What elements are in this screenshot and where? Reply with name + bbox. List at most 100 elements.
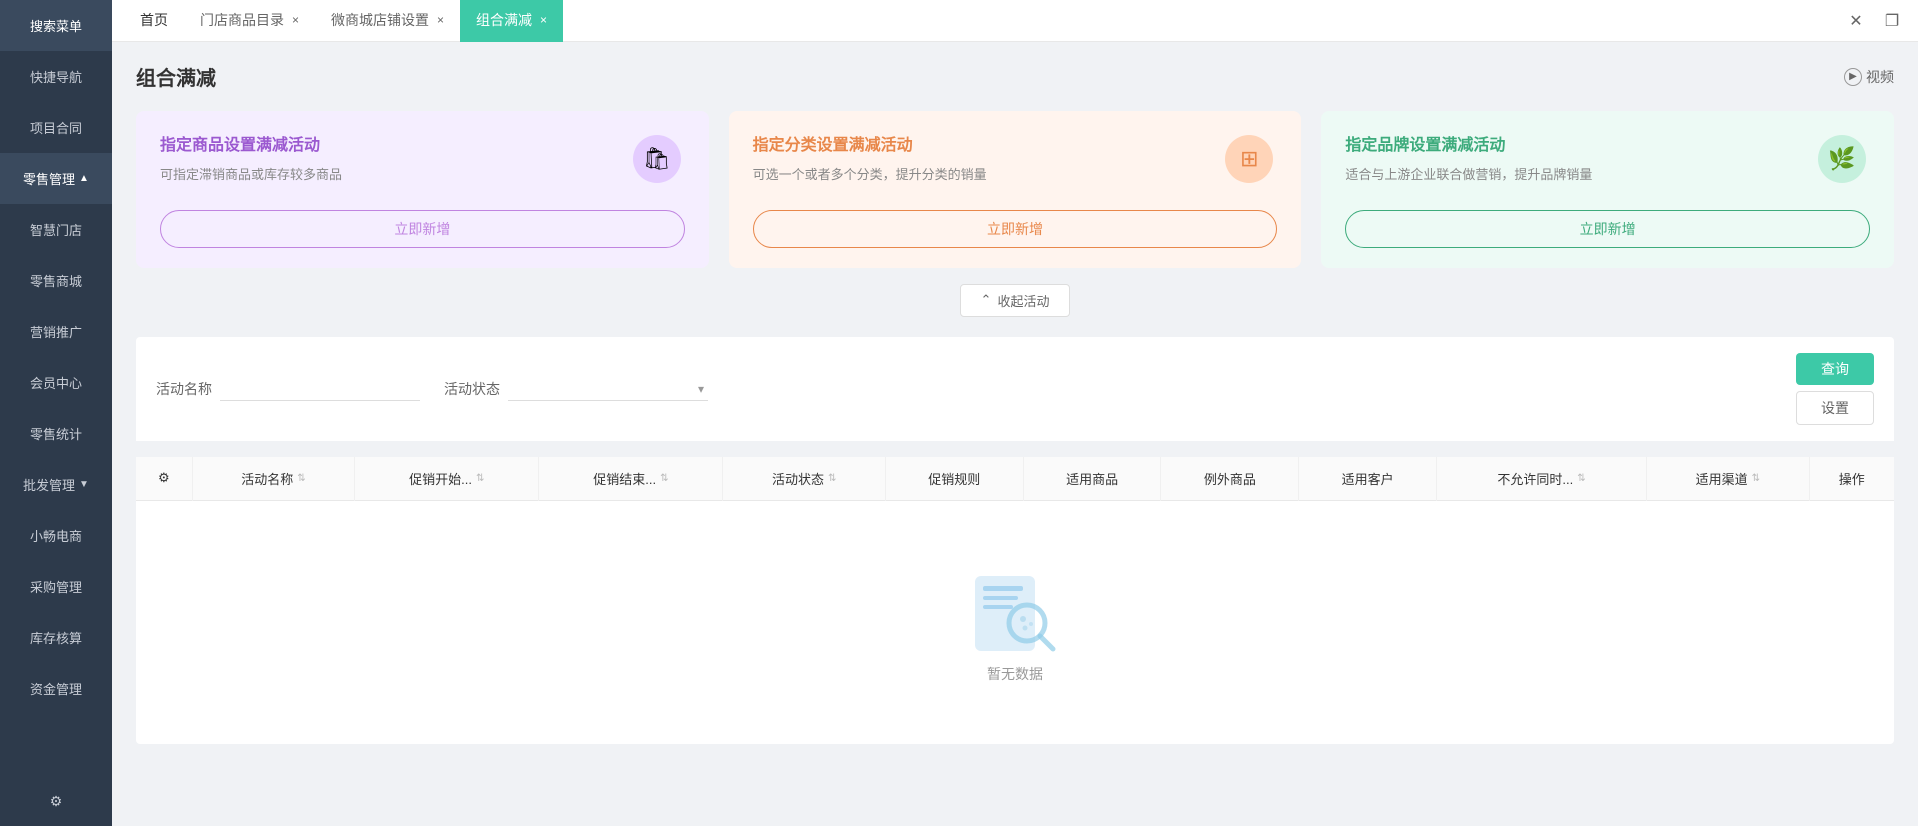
sidebar-item-finance[interactable]: 资金管理 (0, 663, 112, 714)
sidebar-item-retail-mall[interactable]: 零售商城 (0, 255, 112, 306)
sidebar-item-contract[interactable]: 项目合同 (0, 102, 112, 153)
card-desc-product: 可指定滞销商品或库存较多商品 (160, 165, 685, 186)
col-promo-end[interactable]: 促销结束... ⇅ (539, 457, 723, 501)
settings-icon: ⚙ (158, 470, 170, 485)
table-body: 暂无数据 (136, 500, 1894, 744)
card-title-product: 指定商品设置满减活动 (160, 131, 685, 155)
tabs-bar: 首页 门店商品目录 × 微商城店铺设置 × 组合满减 × ✕ ❐ (112, 0, 1918, 42)
sort-icon: ⇅ (660, 473, 668, 484)
card-icon-brand: 🌿 (1818, 135, 1866, 183)
sort-no-overlap[interactable]: 不允许同时... ⇅ (1497, 469, 1585, 488)
add-category-promo-button[interactable]: 立即新增 (753, 210, 1278, 248)
empty-text: 暂无数据 (156, 664, 1874, 684)
close-window-button[interactable]: ✕ (1842, 7, 1870, 35)
sidebar-item-wholesale[interactable]: 批发管理 ▼ (0, 459, 112, 510)
card-title-category: 指定分类设置满减活动 (753, 131, 1278, 155)
sort-icon: ⇅ (1752, 473, 1760, 484)
sidebar-item-retail-stats[interactable]: 零售统计 (0, 408, 112, 459)
col-applicable-goods: 适用商品 (1023, 457, 1161, 501)
page-header: 组合满减 ▶ 视频 (136, 62, 1894, 91)
col-activity-status[interactable]: 活动状态 ⇅ (723, 457, 886, 501)
card-icon-category: ⊞ (1225, 135, 1273, 183)
restore-window-button[interactable]: ❐ (1878, 7, 1906, 35)
sort-promo-start[interactable]: 促销开始... ⇅ (409, 469, 484, 488)
sort-promo-end[interactable]: 促销结束... ⇅ (593, 469, 668, 488)
tab-wechat-shop[interactable]: 微商城店铺设置 × (315, 0, 460, 42)
data-table-wrapper: ⚙ 活动名称 ⇅ 促销开始... ⇅ (136, 457, 1894, 744)
sort-icon: ⇅ (828, 473, 836, 484)
tab-home[interactable]: 首页 (124, 0, 184, 42)
sort-applicable-channel[interactable]: 适用渠道 ⇅ (1696, 469, 1760, 488)
col-promo-rule: 促销规则 (885, 457, 1023, 501)
activity-name-input[interactable] (220, 376, 420, 401)
sidebar-item-retail[interactable]: 零售管理 ▲ (0, 153, 112, 204)
col-promo-start[interactable]: 促销开始... ⇅ (355, 457, 539, 501)
table-header: ⚙ 活动名称 ⇅ 促销开始... ⇅ (136, 457, 1894, 501)
tabs-controls: ✕ ❐ (1842, 7, 1906, 35)
filter-status-label: 活动状态 (444, 379, 500, 399)
sidebar-item-smart-store[interactable]: 智慧门店 (0, 204, 112, 255)
filter-name: 活动名称 (156, 376, 420, 401)
sort-icon: ⇅ (297, 473, 305, 484)
col-activity-name[interactable]: 活动名称 ⇅ (192, 457, 355, 501)
tab-close-icon[interactable]: × (540, 14, 547, 26)
promo-card-product: 指定商品设置满减活动 🛍 可指定滞销商品或库存较多商品 立即新增 (136, 111, 709, 268)
sidebar-item-quicknav[interactable]: 快捷导航 (0, 51, 112, 102)
sidebar: 搜索菜单 快捷导航 项目合同 零售管理 ▲ 智慧门店 零售商城 营销推广 会员中… (0, 0, 112, 826)
sidebar-item-marketing[interactable]: 营销推广 (0, 306, 112, 357)
card-icon-product: 🛍 (633, 135, 681, 183)
filter-name-label: 活动名称 (156, 379, 212, 399)
tab-close-icon[interactable]: × (437, 14, 444, 26)
collapse-bar: ⌃ 收起活动 (136, 284, 1894, 317)
tab-combo-discount[interactable]: 组合满减 × (460, 0, 563, 42)
chevron-up-icon: ⌃ (981, 292, 992, 308)
filter-buttons: 查询 设置 (1796, 353, 1874, 425)
chevron-down-icon: ▼ (79, 479, 89, 490)
activity-status-select[interactable]: 进行中 已结束 未开始 (508, 376, 708, 401)
page-content: 组合满减 ▶ 视频 指定商品设置满减活动 🛍 可指定滞销商品或库存较多商品 立即… (112, 42, 1918, 826)
gear-icon: ⚙ (50, 793, 63, 809)
leaf-icon: 🌿 (1828, 146, 1855, 172)
collapse-activities-button[interactable]: ⌃ 收起活动 (960, 284, 1071, 317)
promo-card-category: 指定分类设置满减活动 ⊞ 可选一个或者多个分类，提升分类的销量 立即新增 (729, 111, 1302, 268)
sidebar-settings-button[interactable]: ⚙ (0, 777, 112, 826)
main-area: 首页 门店商品目录 × 微商城店铺设置 × 组合满减 × ✕ ❐ 组合满减 ▶ … (112, 0, 1918, 826)
data-table: ⚙ 活动名称 ⇅ 促销开始... ⇅ (136, 457, 1894, 744)
empty-state: 暂无数据 (136, 501, 1894, 744)
add-brand-promo-button[interactable]: 立即新增 (1345, 210, 1870, 248)
col-applicable-channel[interactable]: 适用渠道 ⇅ (1647, 457, 1810, 501)
card-title-brand: 指定品牌设置满减活动 (1345, 131, 1870, 155)
tab-close-icon[interactable]: × (292, 14, 299, 26)
sort-icon: ⇅ (476, 473, 484, 484)
sidebar-item-search[interactable]: 搜索菜单 (0, 0, 112, 51)
sort-icon: ⇅ (1577, 473, 1585, 484)
card-desc-brand: 适合与上游企业联合做营销，提升品牌销量 (1345, 165, 1870, 186)
add-product-promo-button[interactable]: 立即新增 (160, 210, 685, 248)
col-applicable-customer: 适用客户 (1299, 457, 1437, 501)
video-link[interactable]: ▶ 视频 (1844, 67, 1894, 87)
sidebar-item-member[interactable]: 会员中心 (0, 357, 112, 408)
grid-icon: ⊞ (1240, 146, 1258, 172)
promo-cards: 指定商品设置满减活动 🛍 可指定滞销商品或库存较多商品 立即新增 指定分类设置满… (136, 111, 1894, 268)
col-exception-goods: 例外商品 (1161, 457, 1299, 501)
bag-icon: 🛍 (643, 146, 671, 172)
col-settings[interactable]: ⚙ (136, 457, 192, 501)
promo-card-brand: 指定品牌设置满减活动 🌿 适合与上游企业联合做营销，提升品牌销量 立即新增 (1321, 111, 1894, 268)
filter-status: 活动状态 进行中 已结束 未开始 ▾ (444, 376, 708, 401)
sort-activity-name[interactable]: 活动名称 ⇅ (241, 469, 305, 488)
sort-activity-status[interactable]: 活动状态 ⇅ (772, 469, 836, 488)
sidebar-item-purchase[interactable]: 采购管理 (0, 561, 112, 612)
tab-store-catalog[interactable]: 门店商品目录 × (184, 0, 315, 42)
page-title: 组合满减 (136, 62, 216, 91)
chevron-up-icon: ▲ (79, 173, 89, 184)
query-button[interactable]: 查询 (1796, 353, 1874, 385)
card-desc-category: 可选一个或者多个分类，提升分类的销量 (753, 165, 1278, 186)
col-operations: 操作 (1809, 457, 1894, 501)
sidebar-item-ecommerce[interactable]: 小畅电商 (0, 510, 112, 561)
col-no-overlap[interactable]: 不允许同时... ⇅ (1436, 457, 1646, 501)
empty-illustration (955, 561, 1075, 661)
setting-button[interactable]: 设置 (1796, 391, 1874, 425)
filter-row: 活动名称 活动状态 进行中 已结束 未开始 ▾ 查询 设置 (136, 337, 1894, 441)
status-select-wrapper: 进行中 已结束 未开始 ▾ (508, 376, 708, 401)
sidebar-item-inventory[interactable]: 库存核算 (0, 612, 112, 663)
